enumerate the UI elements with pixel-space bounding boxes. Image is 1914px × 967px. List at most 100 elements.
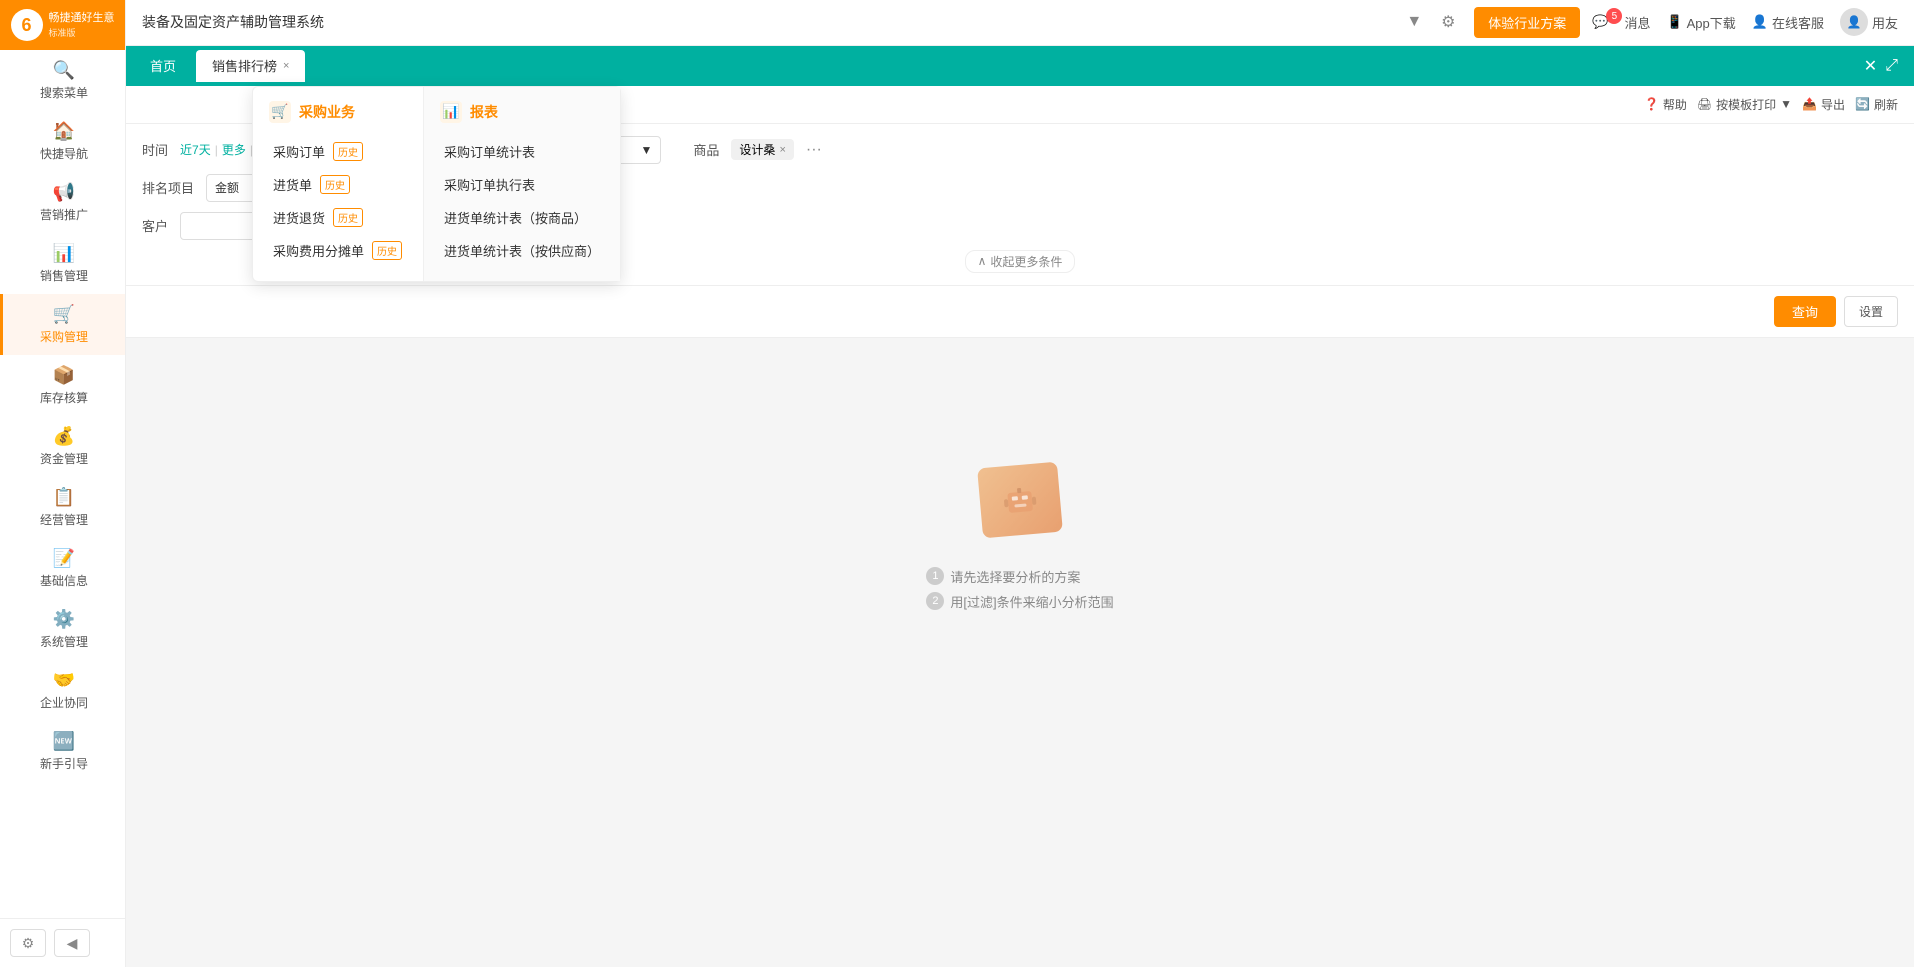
query-btn[interactable]: 查询 xyxy=(1774,296,1836,327)
app-icon: 📱 xyxy=(1666,14,1682,30)
tabbar: 首页 销售排行榜 × ✕ ⤢ xyxy=(126,46,1914,86)
empty-state: 1 请先选择要分析的方案 2 用[过滤]条件来缩小分析范围 xyxy=(142,354,1898,712)
menu-item-purchase-fee[interactable]: 采购费用分摊单 历史 xyxy=(269,234,407,267)
finance-icon: 💰 xyxy=(53,426,75,447)
purchase-dropdown-menu: 🛒 采购业务 采购订单 历史 进货单 历史 进货退货 历史 采购费用分摊单 xyxy=(252,86,621,282)
print-template-btn[interactable]: 🖨 按模板打印 ▼ xyxy=(1697,96,1792,113)
tab-close-btn[interactable]: × xyxy=(283,60,289,72)
history-badge: 历史 xyxy=(372,241,402,260)
tabbar-wrapper: 首页 销售排行榜 × ✕ ⤢ 🛒 采购业务 采购订单 历 xyxy=(126,46,1914,86)
sidebar-nav: 🔍 搜索菜单 🏠 快捷导航 📢 营销推广 📊 销售管理 🛒 采购管理 📦 库存核… xyxy=(0,50,125,918)
topbar-dropdown-arrow[interactable]: ▼ xyxy=(1406,13,1422,31)
message-btn[interactable]: 💬 5 消息 xyxy=(1592,13,1650,32)
tab-actions: ✕ ⤢ xyxy=(1864,56,1898,76)
collapse-icon: ∧ xyxy=(978,254,987,268)
sidebar-bottom: ⚙ ◀ xyxy=(0,918,125,967)
inventory-icon: 📦 xyxy=(53,365,75,386)
empty-tip-2: 2 用[过滤]条件来缩小分析范围 xyxy=(926,592,1113,611)
sidebar-item-system[interactable]: ⚙️ 系统管理 xyxy=(0,599,125,660)
menu-item-purchase-order[interactable]: 采购订单 历史 xyxy=(269,135,407,168)
enterprise-icon: 🤝 xyxy=(53,670,75,691)
empty-tips: 1 请先选择要分析的方案 2 用[过滤]条件来缩小分析范围 xyxy=(926,567,1113,611)
user-menu[interactable]: 👤 用友 xyxy=(1840,8,1898,36)
tab-maximize-btn[interactable]: ⤢ xyxy=(1885,57,1898,75)
history-badge: 历史 xyxy=(320,175,350,194)
purchase-col: 🛒 采购业务 采购订单 历史 进货单 历史 进货退货 历史 采购费用分摊单 xyxy=(253,87,423,281)
user-avatar: 👤 xyxy=(1840,8,1868,36)
empty-tip-1: 1 请先选择要分析的方案 xyxy=(926,567,1113,586)
settings-btn[interactable]: 设置 xyxy=(1844,296,1898,327)
help-icon: ❓ xyxy=(1644,97,1659,111)
refresh-btn[interactable]: 🔄 刷新 xyxy=(1855,96,1898,113)
sidebar-item-enterprise[interactable]: 🤝 企业协同 xyxy=(0,660,125,721)
report-col: 📊 报表 采购订单统计表 采购订单执行表 进货单统计表（按商品） 进货单统计表（… xyxy=(423,87,620,281)
sidebar-item-marketing[interactable]: 📢 营销推广 xyxy=(0,172,125,233)
history-badge: 历史 xyxy=(333,142,363,161)
collapse-btn[interactable]: ∧ 收起更多条件 xyxy=(965,250,1076,273)
page-content: 1 请先选择要分析的方案 2 用[过滤]条件来缩小分析范围 xyxy=(126,338,1914,967)
query-bar: 查询 设置 xyxy=(126,286,1914,338)
goods-tag: 设计桑 × xyxy=(731,139,793,160)
print-dropdown-icon: ▼ xyxy=(1780,97,1792,111)
sidebar-settings-btn[interactable]: ⚙ xyxy=(10,929,46,957)
goods-more-dots[interactable]: ··· xyxy=(806,141,822,159)
menu-item-receipt-stat-goods[interactable]: 进货单统计表（按商品） xyxy=(440,201,604,234)
sidebar-item-finance[interactable]: 💰 资金管理 xyxy=(0,416,125,477)
menu-item-receipt-stat-supplier[interactable]: 进货单统计表（按供应商） xyxy=(440,234,604,267)
search-icon: 🔍 xyxy=(53,60,75,81)
tab-sales-ranking[interactable]: 销售排行榜 × xyxy=(196,50,305,82)
logo-icon: 6 xyxy=(11,9,43,41)
marketing-icon: 📢 xyxy=(53,182,75,203)
menu-item-order-exec[interactable]: 采购订单执行表 xyxy=(440,168,604,201)
sidebar-item-quick-nav[interactable]: 🏠 快捷导航 xyxy=(0,111,125,172)
tab-home[interactable]: 首页 xyxy=(134,50,192,82)
date-7days[interactable]: 近7天 xyxy=(180,141,211,158)
topbar-settings-icon[interactable]: ⚙ xyxy=(1434,8,1462,36)
report-col-title: 📊 报表 xyxy=(440,101,604,123)
refresh-icon: 🔄 xyxy=(1855,97,1870,111)
sidebar-item-basic-info[interactable]: 📝 基础信息 xyxy=(0,538,125,599)
system-title: 装备及固定资产辅助管理系统 xyxy=(142,12,1394,32)
system-icon: ⚙️ xyxy=(53,609,75,630)
purchase-col-title: 🛒 采购业务 xyxy=(269,101,407,123)
guide-icon: 🆕 xyxy=(53,731,75,752)
menu-item-order-stat[interactable]: 采购订单统计表 xyxy=(440,135,604,168)
tab-close-window-btn[interactable]: ✕ xyxy=(1864,56,1877,76)
sidebar-item-guide[interactable]: 🆕 新手引导 xyxy=(0,721,125,782)
app-download-btn[interactable]: 📱 App下载 xyxy=(1666,13,1735,32)
sidebar-item-inventory[interactable]: 📦 库存核算 xyxy=(0,355,125,416)
industry-btn[interactable]: 体验行业方案 xyxy=(1474,7,1580,38)
service-icon: 👤 xyxy=(1752,14,1768,30)
sales-icon: 📊 xyxy=(53,243,75,264)
sidebar-item-sales[interactable]: 📊 销售管理 xyxy=(0,233,125,294)
basic-info-icon: 📝 xyxy=(53,548,75,569)
main-area: 装备及固定资产辅助管理系统 ▼ ⚙ 体验行业方案 💬 5 消息 📱 App下载 … xyxy=(126,0,1914,967)
topbar-right: 💬 5 消息 📱 App下载 👤 在线客服 👤 用友 xyxy=(1592,8,1898,36)
purchase-icon: 🛒 xyxy=(53,304,75,325)
sidebar-logo: 6 畅捷通好生意 标准版 xyxy=(0,0,125,50)
sidebar-collapse-btn[interactable]: ◀ xyxy=(54,929,90,957)
home-icon: 🏠 xyxy=(53,121,75,142)
history-badge: 历史 xyxy=(333,208,363,227)
print-icon: 🖨 xyxy=(1697,97,1712,111)
select-chevron: ▼ xyxy=(641,143,653,157)
customer-label: 客户 xyxy=(142,216,168,235)
date-more[interactable]: 更多 xyxy=(222,141,246,158)
online-service-btn[interactable]: 👤 在线客服 xyxy=(1752,13,1824,32)
report-col-icon: 📊 xyxy=(440,101,462,123)
sidebar-item-search[interactable]: 🔍 搜索菜单 xyxy=(0,50,125,111)
menu-item-purchase-receipt[interactable]: 进货单 历史 xyxy=(269,168,407,201)
goods-label: 商品 xyxy=(693,140,719,159)
sidebar-item-purchase[interactable]: 🛒 采购管理 xyxy=(0,294,125,355)
empty-robot-svg xyxy=(998,478,1041,521)
empty-image xyxy=(970,455,1070,555)
export-icon: 📤 xyxy=(1802,97,1817,111)
menu-item-purchase-return[interactable]: 进货退货 历史 xyxy=(269,201,407,234)
goods-tag-close[interactable]: × xyxy=(779,144,785,156)
topbar: 装备及固定资产辅助管理系统 ▼ ⚙ 体验行业方案 💬 5 消息 📱 App下载 … xyxy=(126,0,1914,46)
date-label: 时间 xyxy=(142,140,168,159)
help-btn[interactable]: ❓ 帮助 xyxy=(1644,96,1687,113)
export-btn[interactable]: 📤 导出 xyxy=(1802,96,1845,113)
operations-icon: 📋 xyxy=(53,487,75,508)
sidebar-item-operations[interactable]: 📋 经营管理 xyxy=(0,477,125,538)
